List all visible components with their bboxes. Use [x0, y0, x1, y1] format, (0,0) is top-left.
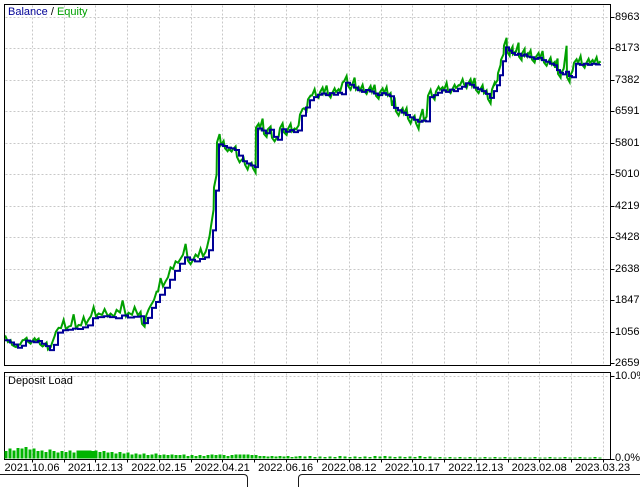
y-axis-label: 89639	[615, 11, 640, 23]
x-axis-label: 2023.02.08	[511, 462, 567, 474]
y-axis-label: 65917	[615, 105, 640, 118]
y-axis-label: 73825	[615, 73, 640, 86]
legend-equity-label: Equity	[56, 6, 88, 18]
x-axis-label: 2022.10.17	[384, 462, 440, 474]
y-axis-label: 2659	[615, 357, 640, 369]
x-axis-label: 2023.03.23	[575, 462, 631, 474]
legend-separator: /	[47, 6, 57, 18]
y-axis-label: 50103	[615, 168, 640, 181]
x-axis-label: 2022.02.15	[131, 462, 187, 474]
y-axis-label: 26381	[615, 262, 640, 275]
x-axis-label: 2021.10.06	[4, 462, 60, 474]
y-axis-label: 42195	[615, 199, 640, 212]
x-axis-label: 2022.08.12	[321, 462, 377, 474]
legend-balance-label: Balance	[8, 6, 48, 18]
y-axis-label: 58010	[615, 136, 640, 149]
y-axis-label: 81732	[615, 42, 640, 55]
bottom-cutoff-panel-left	[0, 474, 248, 487]
deposit-min-label: 0.0%	[615, 451, 640, 464]
y-axis-label: 18473	[615, 294, 640, 307]
x-axis-label: 2021.12.13	[67, 462, 123, 474]
deposit-max-label: 10.0%	[615, 370, 640, 382]
bottom-cutoff-panel-right	[298, 474, 640, 487]
y-axis-label: 34288	[615, 231, 640, 244]
deposit-load-title: Deposit Load	[8, 375, 73, 387]
y-axis-label: 10566	[615, 325, 640, 338]
x-axis-label: 2022.04.21	[194, 462, 250, 474]
tester-chart-canvas	[4, 4, 615, 463]
x-axis-label: 2022.12.13	[448, 462, 504, 474]
x-axis-label: 2022.06.16	[258, 462, 314, 474]
strategy-tester-graph: { "legend": { "balance_label": "Balance"…	[0, 0, 640, 487]
chart-legend: Balance / Equity	[8, 7, 88, 18]
